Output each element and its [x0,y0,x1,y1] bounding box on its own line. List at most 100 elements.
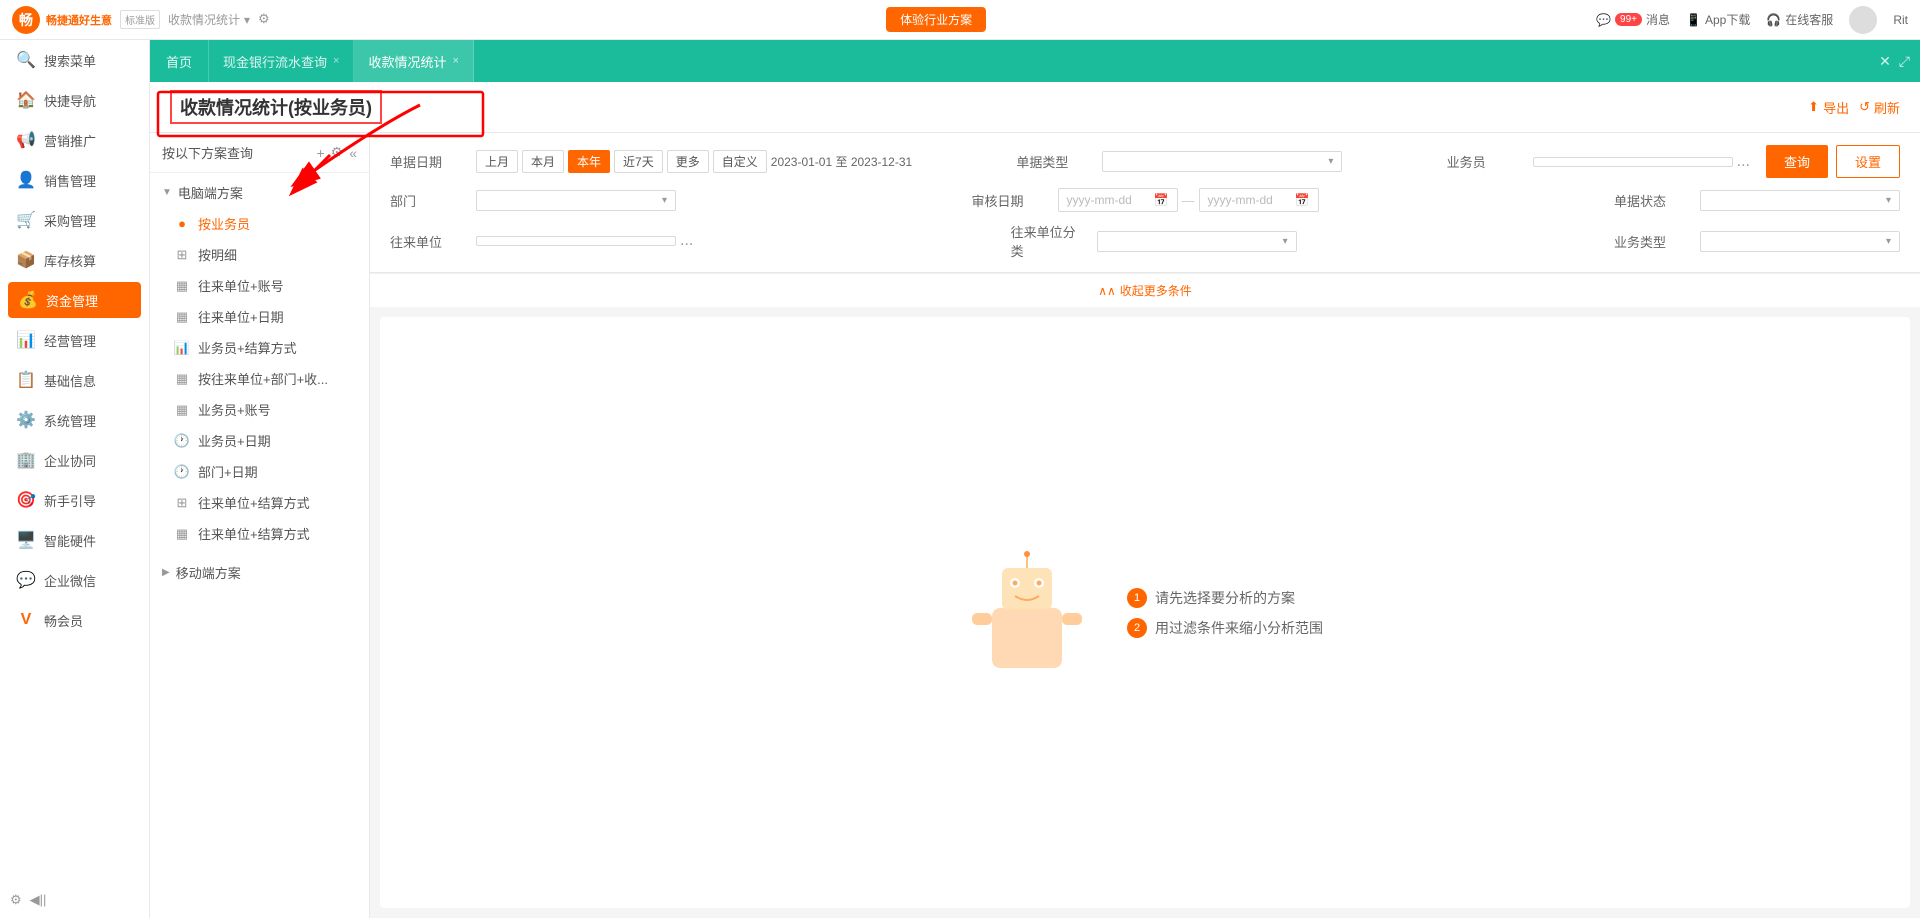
scheme-item-counterpart-account[interactable]: ▦ 往来单位+账号 [150,270,369,301]
tab-home-label: 首页 [166,52,192,71]
scheme-item-label-staff: 按业务员 [198,214,250,233]
scheme-item-label-bcd: 按往来单位+部门+收... [198,369,328,388]
sidebar-label-system: 系统管理 [44,411,96,430]
sidebar-label-inventory: 库存核算 [44,251,96,270]
scheme-group-mobile-title[interactable]: ▶ 移动端方案 [150,557,369,588]
scheme-collapse-icon[interactable]: « [349,145,357,161]
sidebar-item-purchase[interactable]: 🛒 采购管理 [0,200,149,240]
sidebar-item-member[interactable]: V 畅会员 [0,600,149,640]
tab-collection-label: 收款情况统计 [368,52,446,71]
refresh-icon: ↺ [1859,99,1870,115]
scheme-item-label-cs2: 往来单位+结算方式 [198,524,310,543]
sidebar-item-search[interactable]: 🔍 搜索菜单 [0,40,149,80]
biz-type-select[interactable]: ▾ [1700,231,1900,252]
scheme-item-counterpart-date[interactable]: ▦ 往来单位+日期 [150,301,369,332]
doc-status-select[interactable]: ▾ [1700,190,1900,211]
sidebar-label-marketing: 营销推广 [44,131,96,150]
date-btn-7days[interactable]: 近7天 [614,150,663,173]
collapse-bar[interactable]: ∧∧ 收起更多条件 [370,273,1920,307]
scheme-item-staff-date[interactable]: 🕐 业务员+日期 [150,425,369,456]
doc-type-arrow: ▾ [1328,156,1333,167]
date-btn-more[interactable]: 更多 [667,150,709,173]
counterpart-settlement1-icon: ⊞ [174,495,190,511]
scheme-item-dept-date[interactable]: 🕐 部门+日期 [150,456,369,487]
tab-collection[interactable]: 收款情况统计 × [354,40,473,82]
gear-icon[interactable]: ⚙ [258,11,276,29]
tab-cashflow-close[interactable]: × [333,55,339,67]
logo-text: 畅捷通好生意 [46,12,112,28]
tab-collection-close[interactable]: × [452,55,458,67]
review-date-range: yyyy-mm-dd 📅 — yyyy-mm-dd 📅 [1058,188,1319,212]
date-btn-this-year[interactable]: 本年 [568,150,610,173]
scheme-item-by-counterpart-dept[interactable]: ▦ 按往来单位+部门+收... [150,363,369,394]
message-icon-area[interactable]: 💬 99+ 消息 [1596,11,1670,28]
message-label: 消息 [1646,11,1670,28]
scheme-item-counterpart-settlement2[interactable]: ▦ 往来单位+结算方式 [150,518,369,549]
scheme-item-counterpart-settlement1[interactable]: ⊞ 往来单位+结算方式 [150,487,369,518]
breadcrumb-arrow: ▾ [244,13,250,27]
scheme-settings-icon[interactable]: ⚙ [331,144,344,161]
sidebar-item-quick[interactable]: 🏠 快捷导航 [0,80,149,120]
dept-arrow: ▾ [662,195,667,206]
sidebar-item-system[interactable]: ⚙️ 系统管理 [0,400,149,440]
sidebar-item-operation[interactable]: 📊 经营管理 [0,320,149,360]
counterpart-more-icon[interactable]: ... [680,232,693,250]
online-service-area[interactable]: 🎧 在线客服 [1766,11,1833,28]
scheme-item-staff-account[interactable]: ▦ 业务员+账号 [150,394,369,425]
scheme-add-icon[interactable]: + [316,145,324,161]
sidebar-item-guide[interactable]: 🎯 新手引导 [0,480,149,520]
mobile-group-arrow: ▶ [162,567,170,578]
sidebar-label-finance: 资金管理 [46,291,98,310]
dept-date-icon: 🕐 [174,464,190,480]
counterpart-cat-select[interactable]: ▾ [1097,231,1297,252]
tab-maximize-icon[interactable]: ⤢ [1899,53,1910,70]
sidebar-item-finance[interactable]: 💰 资金管理 [8,282,141,318]
sidebar-item-inventory[interactable]: 📦 库存核算 [0,240,149,280]
doc-type-select[interactable]: ▾ [1102,151,1342,172]
biz-type-arrow: ▾ [1886,236,1891,247]
sidebar-item-sales[interactable]: 👤 销售管理 [0,160,149,200]
scheme-group-pc-title[interactable]: ▼ 电脑端方案 [150,177,369,208]
scheme-item-by-staff[interactable]: ● 按业务员 [150,208,369,239]
sidebar-item-enterprise[interactable]: 🏢 企业协同 [0,440,149,480]
page-header: 收款情况统计(按业务员) ⬆ 导出 ↺ 刷新 [150,82,1920,133]
scheme-item-staff-settlement[interactable]: 📊 业务员+结算方式 [150,332,369,363]
sidebar-label-wechat: 企业微信 [44,571,96,590]
counterpart-cat-arrow: ▾ [1283,236,1288,247]
date-quick-buttons: 上月 本月 本年 近7天 更多 自定义 2023-01-01 至 2023-12… [476,150,912,173]
robot-svg [967,548,1087,678]
sales-icon: 👤 [16,170,36,190]
scheme-group-pc: ▼ 电脑端方案 ● 按业务员 ⊞ 按明细 ▦ 往来单位+账号 [150,173,369,553]
scheme-item-detail[interactable]: ⊞ 按明细 [150,239,369,270]
counterpart-select[interactable] [476,236,676,246]
sidebar-item-hardware[interactable]: 🖥️ 智能硬件 [0,520,149,560]
counterpart-cat-label: 往来单位分类 [1011,222,1081,260]
tab-cashflow[interactable]: 现金银行流水查询 × [209,40,354,82]
user-avatar[interactable] [1849,6,1877,34]
staff-select[interactable] [1533,157,1733,167]
staff-more-icon[interactable]: ... [1737,153,1750,171]
date-btn-custom[interactable]: 自定义 [713,150,767,173]
dept-select[interactable]: ▾ [476,190,676,211]
sidebar-item-marketing[interactable]: 📢 营销推广 [0,120,149,160]
counterpart-dept-icon: ▦ [174,371,190,387]
date-range-text: 2023-01-01 至 2023-12-31 [771,153,912,170]
date-btn-last-month[interactable]: 上月 [476,150,518,173]
settings-button[interactable]: 设置 [1836,145,1900,178]
collapse-sidebar-icon[interactable]: ◀|| [30,892,47,908]
review-date-from[interactable]: yyyy-mm-dd 📅 [1058,188,1178,212]
review-date-to[interactable]: yyyy-mm-dd 📅 [1199,188,1319,212]
date-btn-this-month[interactable]: 本月 [522,150,564,173]
settings-bottom-icon[interactable]: ⚙ [10,892,22,908]
export-button[interactable]: ⬆ 导出 [1808,98,1849,117]
collapse-label: 收起更多条件 [1120,282,1192,299]
sidebar-item-wechat[interactable]: 💬 企业微信 [0,560,149,600]
enterprise-icon: 🏢 [16,450,36,470]
trial-button[interactable]: 体验行业方案 [886,7,986,32]
tab-home[interactable]: 首页 [150,40,209,82]
sidebar-item-basic[interactable]: 📋 基础信息 [0,360,149,400]
app-download-area[interactable]: 📱 App下载 [1686,11,1750,28]
tab-close-all-icon[interactable]: ✕ [1879,53,1891,70]
refresh-button[interactable]: ↺ 刷新 [1859,98,1900,117]
query-button[interactable]: 查询 [1766,145,1828,178]
